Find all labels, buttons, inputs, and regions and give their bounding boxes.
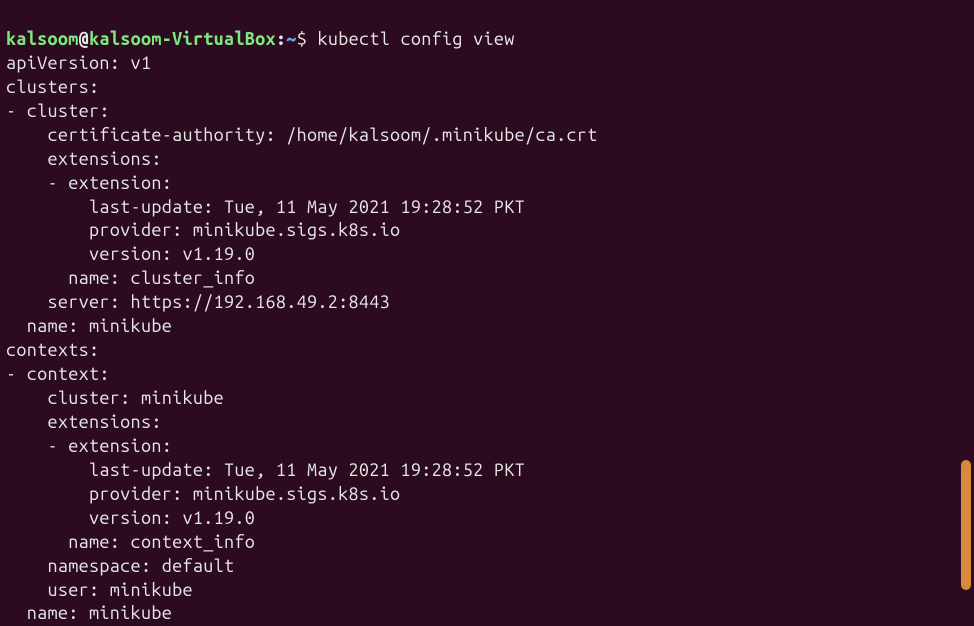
output-line: name: cluster_info: [6, 268, 255, 288]
output-line: clusters:: [6, 77, 99, 97]
output-line: name: minikube: [6, 316, 172, 336]
output-line: version: v1.19.0: [6, 244, 255, 264]
output-line: apiVersion: v1: [6, 53, 151, 73]
output-line: version: v1.19.0: [6, 508, 255, 528]
output-line: extensions:: [6, 412, 162, 432]
output-line: last-update: Tue, 11 May 2021 19:28:52 P…: [6, 197, 525, 217]
output-line: contexts:: [6, 340, 99, 360]
output-line: server: https://192.168.49.2:8443: [6, 292, 390, 312]
output-line: cluster: minikube: [6, 388, 224, 408]
command-text: kubectl config view: [307, 29, 515, 49]
output-line: - context:: [6, 364, 110, 384]
output-line: provider: minikube.sigs.k8s.io: [6, 220, 400, 240]
terminal-output[interactable]: kalsoom@kalsoom-VirtualBox:~$ kubectl co…: [6, 4, 968, 626]
output-line: user: minikube: [6, 580, 193, 600]
output-line: name: minikube: [6, 603, 172, 623]
output-line: namespace: default: [6, 556, 234, 576]
output-line: - extension:: [6, 436, 172, 456]
output-line: - extension:: [6, 173, 172, 193]
prompt-at: @: [79, 29, 89, 49]
prompt-symbol: $: [297, 29, 307, 49]
output-line: extensions:: [6, 149, 162, 169]
prompt-line: kalsoom@kalsoom-VirtualBox:~$ kubectl co…: [6, 29, 515, 49]
output-line: certificate-authority: /home/kalsoom/.mi…: [6, 125, 598, 145]
output-line: last-update: Tue, 11 May 2021 19:28:52 P…: [6, 460, 525, 480]
output-line: provider: minikube.sigs.k8s.io: [6, 484, 400, 504]
prompt-separator: :: [276, 29, 286, 49]
scrollbar-thumb[interactable]: [961, 460, 971, 590]
output-line: name: context_info: [6, 532, 255, 552]
output-line: - cluster:: [6, 101, 110, 121]
prompt-path: ~: [286, 29, 296, 49]
prompt-user: kalsoom: [6, 29, 79, 49]
prompt-host: kalsoom-VirtualBox: [89, 29, 276, 49]
